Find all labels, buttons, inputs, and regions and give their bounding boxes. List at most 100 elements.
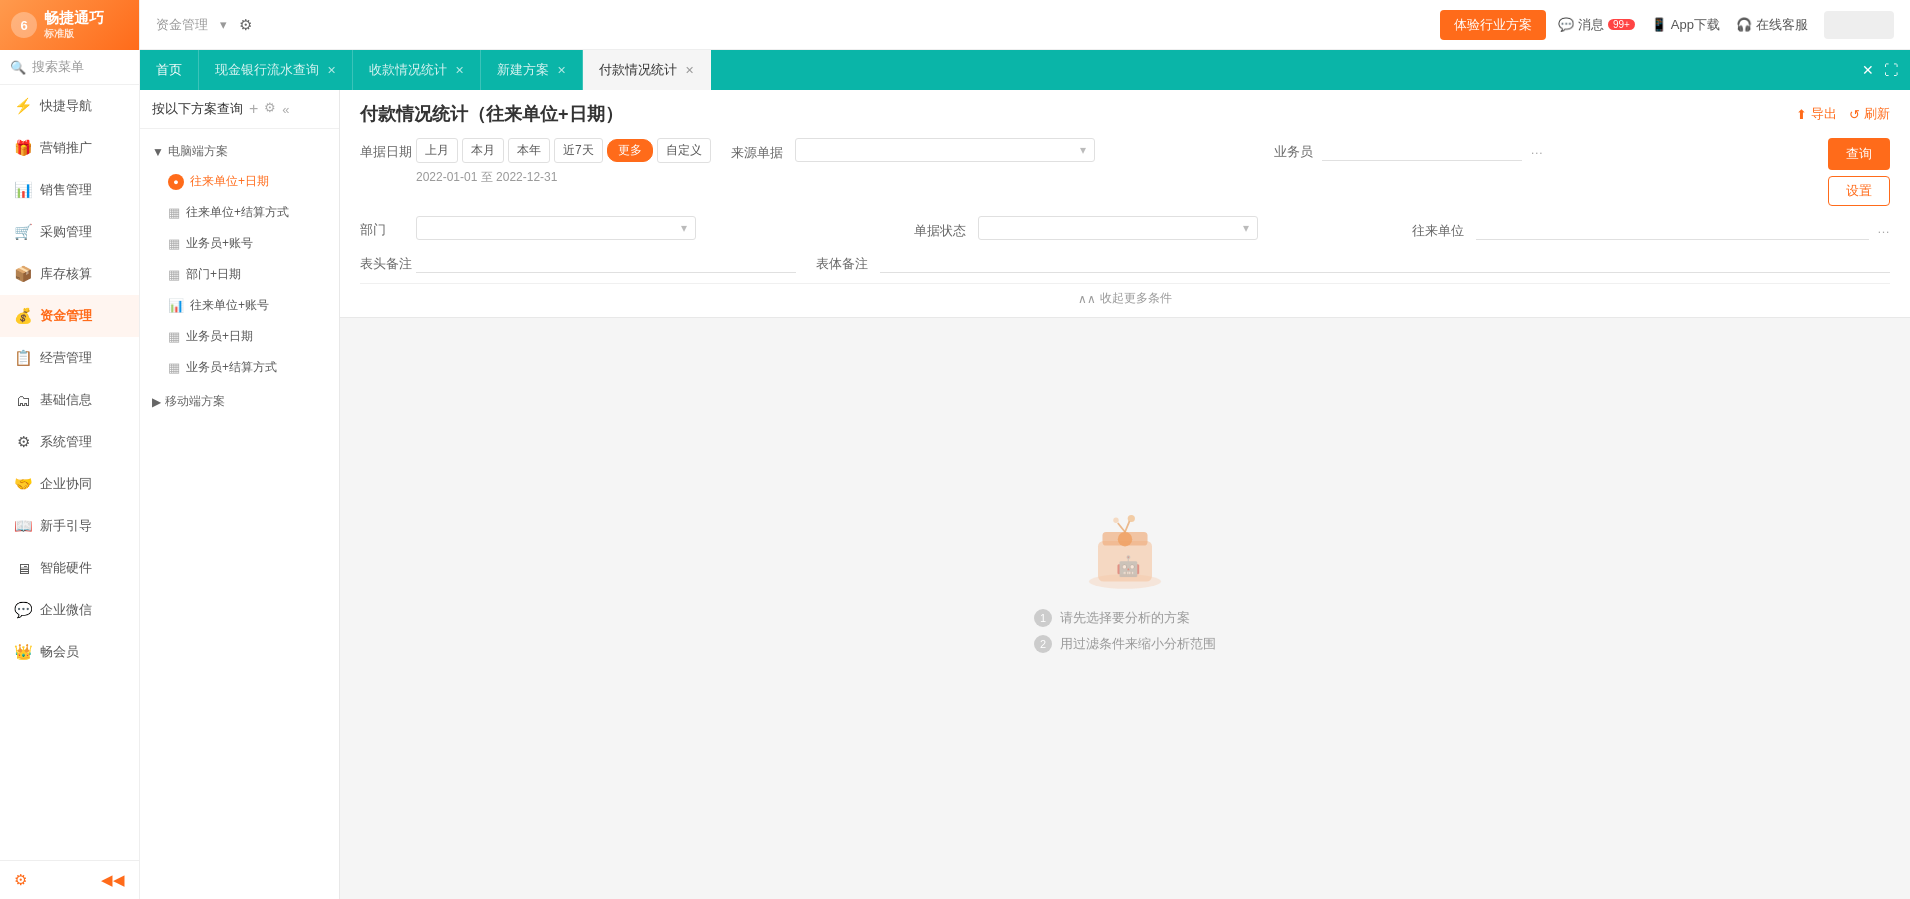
- scheme-item-label-0: 往来单位+日期: [190, 173, 269, 190]
- sidebar-item-quicknav[interactable]: ⚡ 快捷导航: [0, 85, 139, 127]
- expand-icon[interactable]: ⛶: [1884, 62, 1898, 78]
- scheme-item-label-2: 业务员+账号: [186, 235, 253, 252]
- tab-newscheme[interactable]: 新建方案 ✕: [481, 50, 583, 90]
- collapse-button[interactable]: ∧∧ 收起更多条件: [360, 283, 1890, 311]
- tab-receipts-close-icon[interactable]: ✕: [455, 64, 464, 77]
- date-btn-7days[interactable]: 近7天: [554, 138, 603, 163]
- scheme-table-icon-2: ▦: [168, 236, 180, 251]
- tip-text-2: 用过滤条件来缩小分析范围: [1060, 635, 1216, 653]
- status-select[interactable]: ▾: [978, 216, 1258, 240]
- scheme-item-salesperson-date[interactable]: ▦ 业务员+日期: [140, 321, 339, 352]
- message-icon: 💬: [1558, 17, 1574, 32]
- tab-cashflow[interactable]: 现金银行流水查询 ✕: [199, 50, 353, 90]
- scheme-settings-icon[interactable]: ⚙: [264, 100, 276, 118]
- right-panel: 付款情况统计（往来单位+日期） ⬆ 导出 ↺ 刷新 单据日期: [340, 90, 1910, 899]
- setting-button[interactable]: 设置: [1828, 176, 1890, 206]
- sidebar-item-finance[interactable]: 💰 资金管理: [0, 295, 139, 337]
- filter-row-1: 单据日期 上月 本月 本年 近7天 更多 自定义 2022-01-01: [360, 138, 1890, 206]
- salesperson-input[interactable]: [1322, 138, 1522, 161]
- partner-input[interactable]: [1476, 217, 1869, 240]
- date-btn-custom[interactable]: 自定义: [657, 138, 711, 163]
- source-select[interactable]: ▾: [795, 138, 1095, 162]
- sidebar-item-operations[interactable]: 📋 经营管理: [0, 337, 139, 379]
- scheme-item-label-5: 业务员+日期: [186, 328, 253, 345]
- filter-area: 付款情况统计（往来单位+日期） ⬆ 导出 ↺ 刷新 单据日期: [340, 90, 1910, 318]
- sidebar-item-member[interactable]: 👑 畅会员: [0, 631, 139, 673]
- scheme-item-salesperson-settle[interactable]: ▦ 业务员+结算方式: [140, 352, 339, 383]
- date-btn-lastmonth[interactable]: 上月: [416, 138, 458, 163]
- refresh-action[interactable]: ↺ 刷新: [1849, 105, 1890, 123]
- scheme-add-icon[interactable]: +: [249, 100, 258, 118]
- svg-text:🤖: 🤖: [1116, 553, 1141, 577]
- sidebar-item-guide[interactable]: 📖 新手引导: [0, 505, 139, 547]
- sidebar-item-purchase[interactable]: 🛒 采购管理: [0, 211, 139, 253]
- sidebar: 6 畅捷通巧 标准版 🔍 搜索菜单 ⚡ 快捷导航 🎁 营销推广 📊 销售管理 🛒…: [0, 0, 140, 899]
- settings-bottom-icon[interactable]: ⚙: [14, 871, 27, 889]
- sidebar-item-wechat[interactable]: 💬 企业微信: [0, 589, 139, 631]
- dept-label: 部门: [360, 216, 416, 239]
- sidebar-collab-label: 企业协同: [40, 475, 92, 493]
- date-btn-more[interactable]: 更多: [607, 139, 653, 162]
- close-all-icon[interactable]: ✕: [1862, 62, 1874, 78]
- date-btn-thismonth[interactable]: 本月: [462, 138, 504, 163]
- page-title: 付款情况统计（往来单位+日期）: [360, 102, 623, 126]
- sidebar-item-collab[interactable]: 🤝 企业协同: [0, 463, 139, 505]
- scheme-mobile-label: 移动端方案: [165, 393, 225, 410]
- sidebar-wechat-label: 企业微信: [40, 601, 92, 619]
- partner-label: 往来单位: [1412, 217, 1468, 240]
- body-remark-input[interactable]: [880, 250, 1890, 273]
- messages-action[interactable]: 💬 消息 99+: [1558, 16, 1635, 34]
- wechat-icon: 💬: [14, 601, 32, 619]
- dept-select[interactable]: ▾: [416, 216, 696, 240]
- app-name: 畅捷通巧: [44, 10, 104, 25]
- topbar-gear-icon[interactable]: ⚙: [239, 16, 252, 34]
- tab-receipts-label: 收款情况统计: [369, 61, 447, 79]
- sidebar-item-sales[interactable]: 📊 销售管理: [0, 169, 139, 211]
- scheme-group-mobile[interactable]: ▶ 移动端方案: [140, 387, 339, 416]
- scheme-item-label-1: 往来单位+结算方式: [186, 204, 289, 221]
- main-area: 资金管理 ▾ ⚙ 体验行业方案 💬 消息 99+ 📱 App下载 🎧 在线客服: [140, 0, 1910, 899]
- tab-newscheme-close-icon[interactable]: ✕: [557, 64, 566, 77]
- export-action[interactable]: ⬆ 导出: [1796, 105, 1837, 123]
- scheme-group-desktop[interactable]: ▼ 电脑端方案: [140, 137, 339, 166]
- scheme-item-partner-account[interactable]: 📊 往来单位+账号: [140, 290, 339, 321]
- trial-button[interactable]: 体验行业方案: [1440, 10, 1546, 40]
- date-btn-thisyear[interactable]: 本年: [508, 138, 550, 163]
- sidebar-finance-label: 资金管理: [40, 307, 92, 325]
- app-download-action[interactable]: 📱 App下载: [1651, 16, 1720, 34]
- sidebar-item-basic[interactable]: 🗂 基础信息: [0, 379, 139, 421]
- partner-ellipsis-icon[interactable]: …: [1877, 221, 1890, 236]
- date-label: 单据日期: [360, 138, 416, 161]
- filter-row-3: 表头备注 表体备注: [360, 250, 1890, 273]
- dropdown-arrow-icon[interactable]: ▾: [220, 17, 227, 32]
- sidebar-item-marketing[interactable]: 🎁 营销推广: [0, 127, 139, 169]
- export-label: 导出: [1811, 105, 1837, 123]
- collapse-sidebar-icon[interactable]: ◀◀: [101, 871, 125, 889]
- scheme-item-dept-date[interactable]: ▦ 部门+日期: [140, 259, 339, 290]
- scheme-item-partner-date[interactable]: ● 往来单位+日期: [140, 166, 339, 197]
- scheme-item-salesperson-account[interactable]: ▦ 业务员+账号: [140, 228, 339, 259]
- topbar: 资金管理 ▾ ⚙ 体验行业方案 💬 消息 99+ 📱 App下载 🎧 在线客服: [140, 0, 1910, 50]
- tab-home[interactable]: 首页: [140, 50, 199, 90]
- scheme-panel: 按以下方案查询 + ⚙ « ▼ 电脑端方案 ● 往来单位+日期 ▦: [140, 90, 340, 899]
- sidebar-guide-label: 新手引导: [40, 517, 92, 535]
- tab-newscheme-label: 新建方案: [497, 61, 549, 79]
- scheme-header-actions: + ⚙: [249, 100, 276, 118]
- empty-illustration: 🤖: [1070, 505, 1180, 595]
- salesperson-ellipsis-icon[interactable]: …: [1530, 142, 1543, 157]
- scheme-header-label: 按以下方案查询: [152, 100, 243, 118]
- sidebar-item-hardware[interactable]: 🖥 智能硬件: [0, 547, 139, 589]
- user-avatar[interactable]: [1824, 11, 1894, 39]
- sidebar-item-system[interactable]: ⚙ 系统管理: [0, 421, 139, 463]
- online-support-action[interactable]: 🎧 在线客服: [1736, 16, 1808, 34]
- scheme-collapse-icon[interactable]: «: [282, 102, 289, 117]
- header-remark-input[interactable]: [416, 250, 796, 273]
- query-button[interactable]: 查询: [1828, 138, 1890, 170]
- scheme-item-partner-settle[interactable]: ▦ 往来单位+结算方式: [140, 197, 339, 228]
- tab-payments[interactable]: 付款情况统计 ✕: [583, 50, 711, 90]
- tab-cashflow-close-icon[interactable]: ✕: [327, 64, 336, 77]
- tab-payments-close-icon[interactable]: ✕: [685, 64, 694, 77]
- search-menu-item[interactable]: 🔍 搜索菜单: [0, 50, 139, 85]
- tab-receipts[interactable]: 收款情况统计 ✕: [353, 50, 481, 90]
- sidebar-item-inventory[interactable]: 📦 库存核算: [0, 253, 139, 295]
